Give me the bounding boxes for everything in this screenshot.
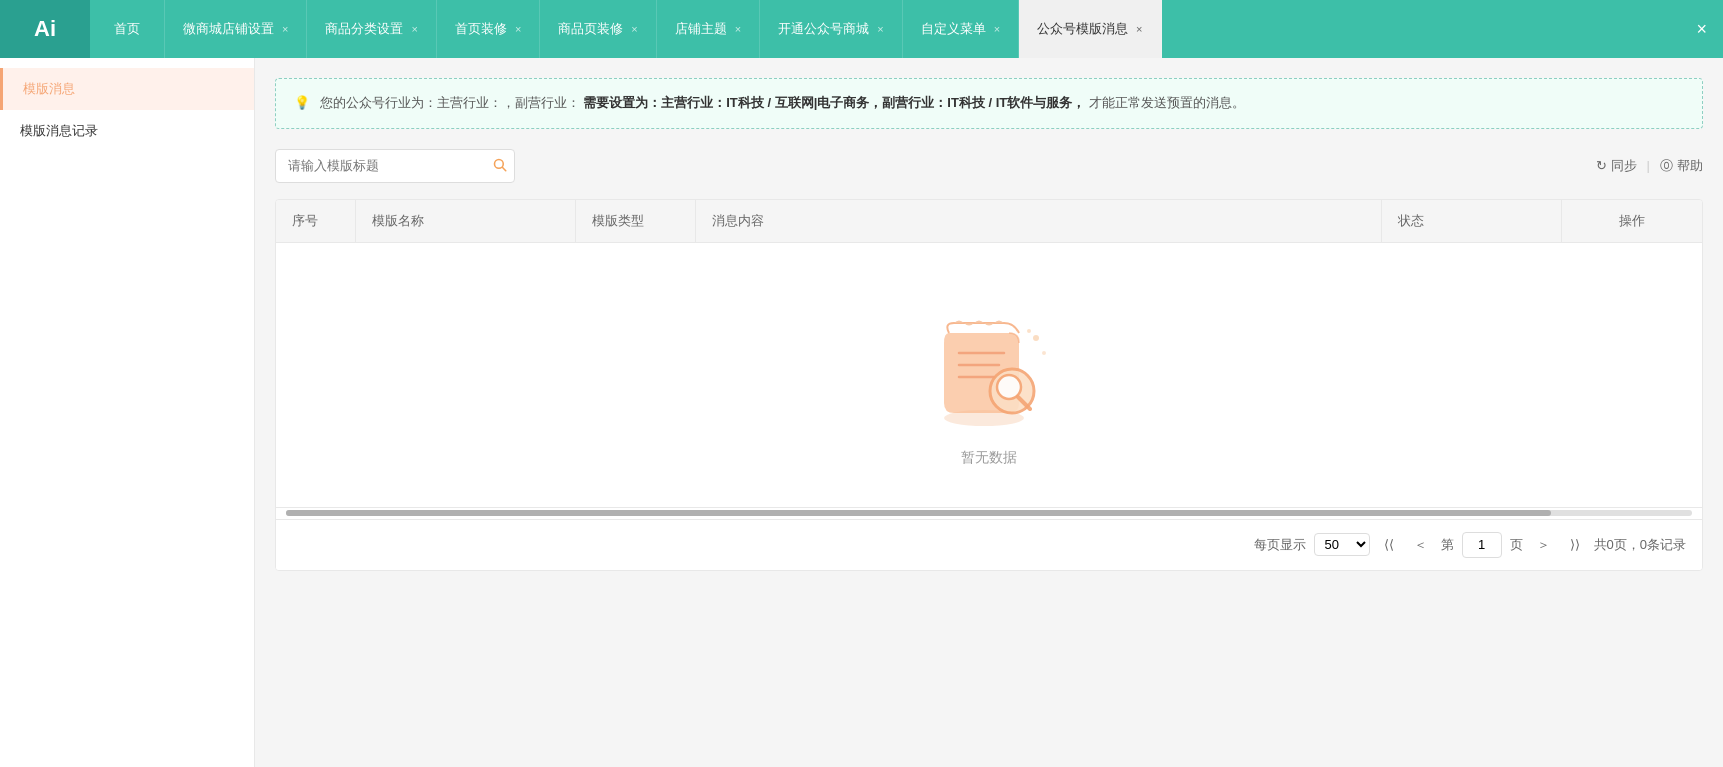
close-icon[interactable]: ×	[282, 23, 288, 35]
th-type: 模版类型	[576, 200, 696, 242]
close-icon[interactable]: ×	[515, 23, 521, 35]
page-input[interactable]	[1462, 532, 1502, 558]
nav-tab-label: 自定义菜单	[921, 20, 986, 38]
help-label: 帮助	[1677, 157, 1703, 175]
notice-highlight: 需要设置为：主营行业：IT科技 / 互联网|电子商务，副营行业：IT科技 / I…	[583, 95, 1085, 110]
nav-tab-label: 微商城店铺设置	[183, 20, 274, 38]
svg-point-9	[1033, 335, 1039, 341]
nav-tab-home-decoration[interactable]: 首页装修 ×	[437, 0, 540, 58]
empty-text: 暂无数据	[961, 449, 1017, 467]
page-label-suffix: 页	[1510, 536, 1523, 554]
sync-icon: ↻	[1596, 158, 1607, 173]
svg-line-1	[502, 167, 505, 170]
toolbar-right: ↻ 同步 | ⓪ 帮助	[1596, 157, 1703, 175]
content-area: 💡 您的公众号行业为：主营行业：，副营行业： 需要设置为：主营行业：IT科技 /…	[255, 58, 1723, 767]
data-table: 序号 模版名称 模版类型 消息内容 状态 操作	[275, 199, 1703, 571]
search-icon[interactable]	[492, 157, 507, 175]
pagination-bar: 每页显示 50 10 20 100 ⟨⟨ ＜ 第 页 ＞ ⟩⟩ 共0页，0条记录	[276, 519, 1702, 570]
nav-tab-label: 店铺主题	[675, 20, 727, 38]
toolbar-divider: |	[1647, 158, 1650, 173]
close-all-button[interactable]: ×	[1680, 0, 1723, 58]
search-input[interactable]	[275, 149, 515, 183]
nav-tab-custom-menu[interactable]: 自定义菜单 ×	[903, 0, 1019, 58]
svg-point-11	[1027, 329, 1031, 333]
th-action: 操作	[1562, 200, 1702, 242]
search-input-wrap	[275, 149, 515, 183]
nav-tab-open-mall[interactable]: 开通公众号商城 ×	[760, 0, 902, 58]
help-icon: ⓪	[1660, 157, 1673, 175]
th-name: 模版名称	[356, 200, 576, 242]
sidebar: 模版消息 模版消息记录	[0, 58, 255, 767]
sidebar-item-template-message-record[interactable]: 模版消息记录	[0, 110, 254, 152]
help-button[interactable]: ⓪ 帮助	[1660, 157, 1703, 175]
top-nav: Ai 首页 微商城店铺设置 × 商品分类设置 × 首页装修 × 商品页装修 × …	[0, 0, 1723, 58]
close-icon[interactable]: ×	[1136, 23, 1142, 35]
close-icon[interactable]: ×	[994, 23, 1000, 35]
sync-button[interactable]: ↻ 同步	[1596, 157, 1637, 175]
th-seq: 序号	[276, 200, 356, 242]
notice-suffix: 才能正常发送预置的消息。	[1089, 95, 1245, 110]
notice-prefix: 您的公众号行业为：主营行业：，副营行业：	[320, 95, 580, 110]
scrollbar-area[interactable]	[276, 507, 1702, 519]
page-prev-button[interactable]: ＜	[1408, 534, 1433, 556]
nav-tab-home-label: 首页	[114, 20, 140, 38]
nav-tab-product-category[interactable]: 商品分类设置 ×	[307, 0, 436, 58]
page-last-button[interactable]: ⟩⟩	[1564, 535, 1586, 554]
nav-tab-label: 商品页装修	[558, 20, 623, 38]
page-size-label: 每页显示	[1254, 536, 1306, 554]
empty-illustration	[924, 303, 1054, 433]
empty-state: 暂无数据	[276, 243, 1702, 507]
nav-tab-product-decoration[interactable]: 商品页装修 ×	[540, 0, 656, 58]
scrollbar-track	[286, 510, 1692, 516]
close-icon[interactable]: ×	[631, 23, 637, 35]
page-first-button[interactable]: ⟨⟨	[1378, 535, 1400, 554]
nav-tab-shop-theme[interactable]: 店铺主题 ×	[657, 0, 760, 58]
search-bar: ↻ 同步 | ⓪ 帮助	[275, 149, 1703, 183]
nav-tab-label: 商品分类设置	[325, 20, 403, 38]
page-total-info: 共0页，0条记录	[1594, 536, 1686, 554]
notice-box: 💡 您的公众号行业为：主营行业：，副营行业： 需要设置为：主营行业：IT科技 /…	[275, 78, 1703, 129]
sidebar-item-template-message[interactable]: 模版消息	[0, 68, 254, 110]
main-layout: 模版消息 模版消息记录 💡 您的公众号行业为：主营行业：，副营行业： 需要设置为…	[0, 58, 1723, 767]
sidebar-item-label: 模版消息	[23, 81, 75, 96]
page-size-select[interactable]: 50 10 20 100	[1314, 533, 1370, 556]
nav-tab-label: 首页装修	[455, 20, 507, 38]
nav-tab-wechat-shop[interactable]: 微商城店铺设置 ×	[165, 0, 307, 58]
page-next-button[interactable]: ＞	[1531, 534, 1556, 556]
close-icon[interactable]: ×	[411, 23, 417, 35]
scrollbar-thumb	[286, 510, 1551, 516]
nav-tab-label: 开通公众号商城	[778, 20, 869, 38]
nav-tab-template-msg[interactable]: 公众号模版消息 ×	[1019, 0, 1161, 58]
sync-label: 同步	[1611, 157, 1637, 175]
th-status: 状态	[1382, 200, 1562, 242]
svg-point-10	[1042, 351, 1046, 355]
nav-tab-home[interactable]: 首页	[90, 0, 165, 58]
th-content: 消息内容	[696, 200, 1382, 242]
page-label-prefix: 第	[1441, 536, 1454, 554]
close-icon[interactable]: ×	[735, 23, 741, 35]
nav-tabs: 首页 微商城店铺设置 × 商品分类设置 × 首页装修 × 商品页装修 × 店铺主…	[90, 0, 1680, 58]
app-logo: Ai	[0, 0, 90, 58]
lightbulb-icon: 💡	[294, 95, 310, 110]
table-header: 序号 模版名称 模版类型 消息内容 状态 操作	[276, 200, 1702, 243]
nav-tab-label: 公众号模版消息	[1037, 20, 1128, 38]
sidebar-item-label: 模版消息记录	[20, 123, 98, 138]
close-icon[interactable]: ×	[877, 23, 883, 35]
